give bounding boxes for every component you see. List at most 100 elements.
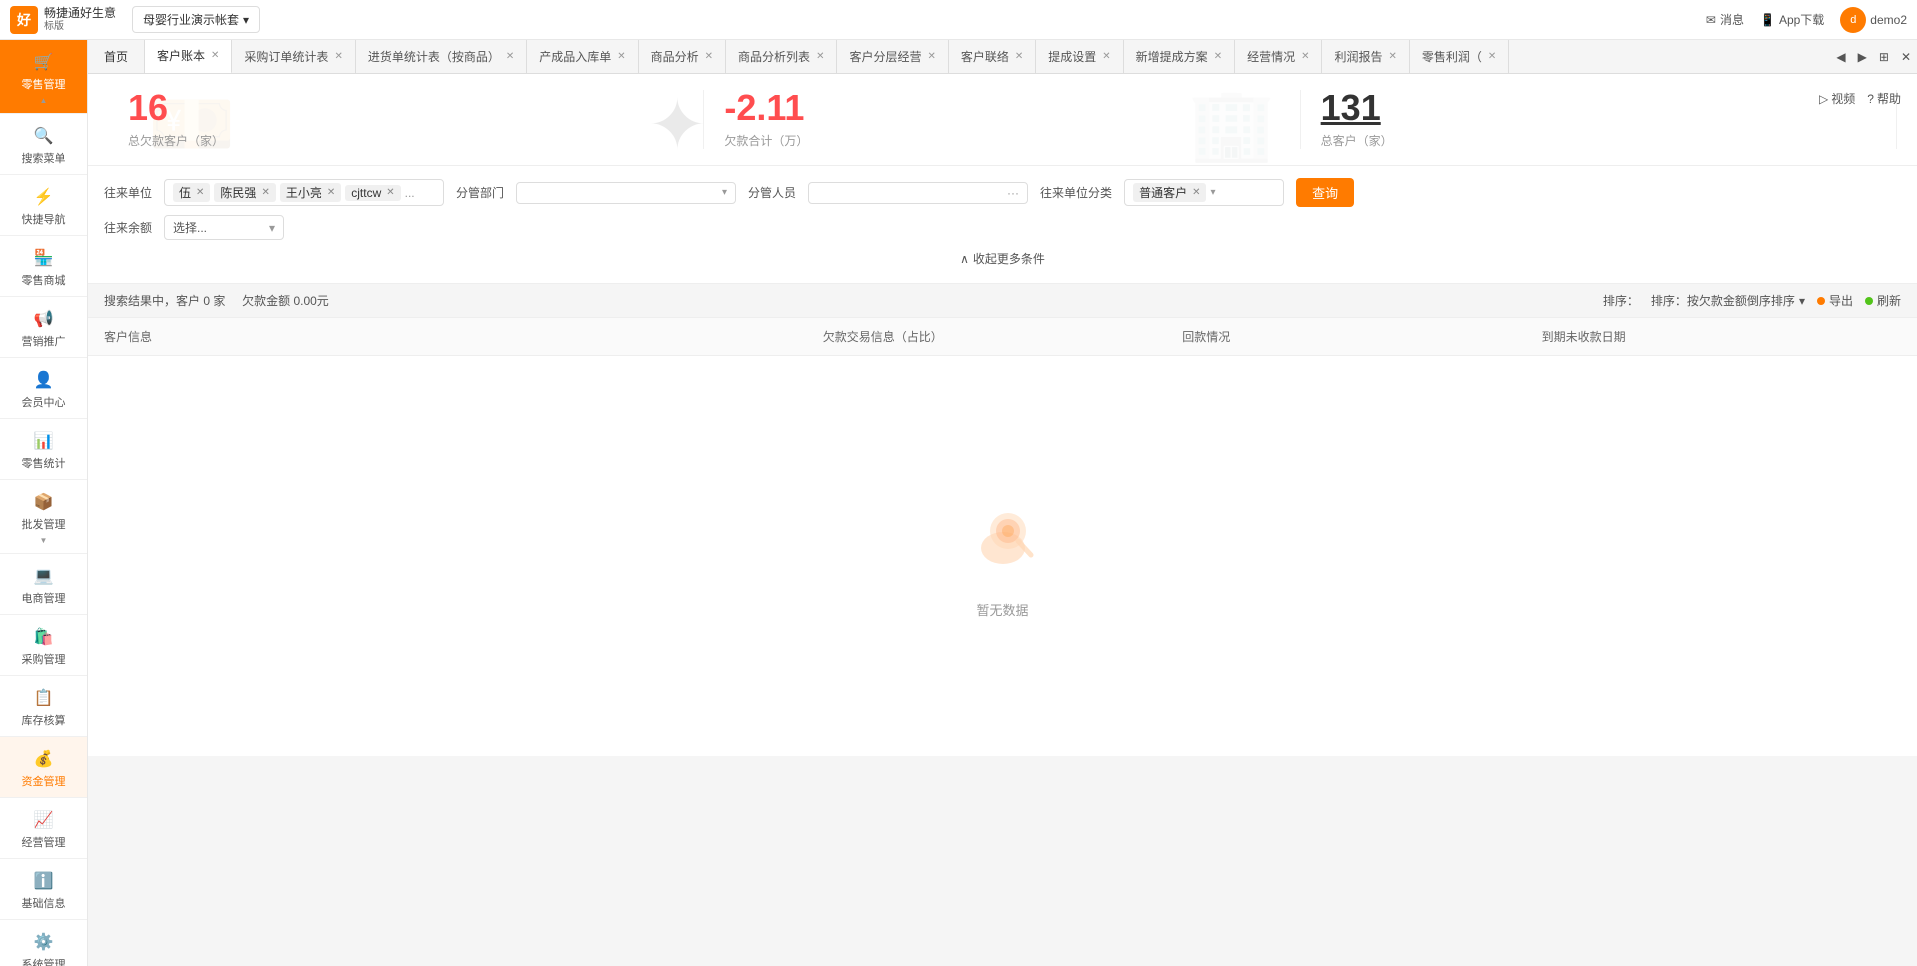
sidebar-item-营销推广[interactable]: 📢 营销推广 <box>0 297 87 358</box>
tab-close-经营[interactable]: ✕ <box>1301 51 1309 62</box>
tab-close-产成品[interactable]: ✕ <box>617 51 625 62</box>
sidebar-item-零售统计[interactable]: 📊 零售统计 <box>0 419 87 480</box>
remove-tag-陈民强[interactable]: ✕ <box>261 187 269 198</box>
export-button[interactable]: 导出 <box>1817 292 1853 309</box>
sidebar-item-采购管理[interactable]: 🛍️ 采购管理 <box>0 615 87 676</box>
table-header-到期: 到期未收款日期 <box>1542 328 1901 345</box>
sidebar-item-资金管理[interactable]: 💰 资金管理 <box>0 737 87 798</box>
tab-close-商品分析列表[interactable]: ✕ <box>816 51 824 62</box>
marketing-icon: 📢 <box>34 309 54 329</box>
sidebar-item-经营管理[interactable]: 📈 经营管理 <box>0 798 87 859</box>
sidebar-item-批发管理[interactable]: 📦 批发管理 ▼ <box>0 480 87 554</box>
tab-经营情况[interactable]: 经营情况 ✕ <box>1235 40 1322 74</box>
tab-bar-controls: ◀ ▶ ⊞ ✕ <box>1830 40 1917 74</box>
logo-icon: 好 <box>10 6 38 34</box>
tab-close-客户账本[interactable]: ✕ <box>211 50 219 61</box>
tab-客户账本[interactable]: 客户账本 ✕ <box>145 40 232 74</box>
remove-tag-普通客户[interactable]: ✕ <box>1192 187 1200 198</box>
person-input[interactable] <box>817 186 1007 200</box>
tab-新增提成方案[interactable]: 新增提成方案 ✕ <box>1124 40 1235 74</box>
filter-row-1: 往来单位 伍 ✕ 陈民强 ✕ 王小亮 <box>104 178 1901 207</box>
help-buttons: ▷ 视频 ? 帮助 <box>1819 90 1901 107</box>
sidebar-item-系统管理[interactable]: ⚙️ 系统管理 <box>0 920 87 966</box>
table-header: 客户信息 欠款交易信息（占比） 回款情况 到期未收款日期 <box>88 318 1917 356</box>
filter-unit-tags[interactable]: 伍 ✕ 陈民强 ✕ 王小亮 ✕ <box>164 179 444 206</box>
stat-label-debt: 欠款合计（万） <box>724 132 808 149</box>
stats-section: 💴 ✦ 🏢 16 总欠款客户（家） -2.11 欠款合计（万） 131 <box>88 74 1917 166</box>
filter-unit-more[interactable]: ... <box>405 186 415 200</box>
chevron-down-icon: ▾ <box>243 13 249 27</box>
empty-text: 暂无数据 <box>976 600 1028 619</box>
store-selector[interactable]: 母婴行业演示帐套 ▾ <box>132 6 260 33</box>
tab-close-all-button[interactable]: ✕ <box>1895 40 1917 74</box>
info-icon: ℹ️ <box>34 871 54 891</box>
sidebar-item-快捷导航[interactable]: ⚡ 快捷导航 <box>0 175 87 236</box>
remove-tag-cjttcw[interactable]: ✕ <box>386 187 394 198</box>
table-header-回款: 回款情况 <box>1182 328 1541 345</box>
filter-tag-伍: 伍 ✕ <box>173 183 210 202</box>
filter-dept-input[interactable]: ▾ <box>516 182 736 204</box>
sort-label: 排序： <box>1603 292 1639 309</box>
tab-close-商品分析[interactable]: ✕ <box>705 51 713 62</box>
filter-person-input[interactable]: ··· <box>808 182 1028 204</box>
shop-icon: 🏪 <box>34 248 54 268</box>
sidebar-item-零售商城[interactable]: 🏪 零售商城 <box>0 236 87 297</box>
help-link[interactable]: ? 帮助 <box>1867 90 1901 107</box>
user-menu[interactable]: d demo2 <box>1840 7 1907 33</box>
empty-illustration <box>963 493 1043 573</box>
app-download-button[interactable]: 📱 App下载 <box>1760 11 1824 28</box>
balance-chevron-icon: ▾ <box>269 221 275 235</box>
filter-balance-select[interactable]: 选择... ▾ <box>164 215 284 240</box>
tab-close-利润[interactable]: ✕ <box>1389 51 1397 62</box>
video-help-link[interactable]: ▷ 视频 <box>1819 90 1855 107</box>
tab-提成设置[interactable]: 提成设置 ✕ <box>1036 40 1123 74</box>
tab-客户联络[interactable]: 客户联络 ✕ <box>949 40 1036 74</box>
tab-零售利润[interactable]: 零售利润（ ✕ <box>1410 40 1509 74</box>
tab-prev-button[interactable]: ◀ <box>1830 40 1851 74</box>
tab-close-客户分层[interactable]: ✕ <box>927 51 935 62</box>
sidebar-item-基础信息[interactable]: ℹ️ 基础信息 <box>0 859 87 920</box>
filter-class-input[interactable]: 普通客户 ✕ ▾ <box>1124 179 1284 206</box>
person-more-icon[interactable]: ··· <box>1007 186 1019 200</box>
tab-产成品入库单[interactable]: 产成品入库单 ✕ <box>527 40 638 74</box>
tab-home[interactable]: 首页 <box>88 40 145 74</box>
sort-select[interactable]: 排序：按欠款金额倒序排序 ▾ <box>1651 292 1805 309</box>
top-bar-right: ✉ 消息 📱 App下载 d demo2 <box>1706 7 1907 33</box>
tab-进货单统计表[interactable]: 进货单统计表（按商品） ✕ <box>356 40 527 74</box>
messages-button[interactable]: ✉ 消息 <box>1706 11 1744 28</box>
sidebar-item-库存核算[interactable]: 📋 库存核算 <box>0 676 87 737</box>
sidebar: 🛒 零售管理 ▲ 🔍 搜索菜单 ⚡ 快捷导航 🏪 零售商城 📢 营销推广 � <box>0 40 88 966</box>
filter-row-2: 往来余额 选择... ▾ <box>104 215 1901 240</box>
refresh-icon <box>1865 297 1873 305</box>
sidebar-item-零售管理[interactable]: 🛒 零售管理 ▲ <box>0 40 87 114</box>
collapse-button[interactable]: ∧ 收起更多条件 <box>960 250 1045 267</box>
tab-close-零售利润[interactable]: ✕ <box>1488 51 1496 62</box>
tab-close-新增提成[interactable]: ✕ <box>1214 51 1222 62</box>
stat-value-debt: -2.11 <box>724 90 804 126</box>
stat-value-all: 131 <box>1321 90 1381 126</box>
remove-tag-王小亮[interactable]: ✕ <box>327 187 335 198</box>
sidebar-item-电商管理[interactable]: 💻 电商管理 <box>0 554 87 615</box>
tab-close-进货[interactable]: ✕ <box>506 51 514 62</box>
tab-采购订单统计表[interactable]: 采购订单统计表 ✕ <box>232 40 355 74</box>
remove-tag-伍[interactable]: ✕ <box>196 187 204 198</box>
nav-icon: ⚡ <box>34 187 54 207</box>
tab-close-采购[interactable]: ✕ <box>334 51 342 62</box>
sidebar-item-会员中心[interactable]: 👤 会员中心 <box>0 358 87 419</box>
tab-next-button[interactable]: ▶ <box>1852 40 1873 74</box>
result-summary: 搜索结果中，客户 0 家 欠款金额 0.00元 <box>104 292 329 309</box>
tab-close-提成设置[interactable]: ✕ <box>1102 51 1110 62</box>
stat-label-all: 总客户（家） <box>1321 132 1393 149</box>
tab-利润报告[interactable]: 利润报告 ✕ <box>1322 40 1409 74</box>
operation-icon: 📈 <box>34 810 54 830</box>
tab-商品分析列表[interactable]: 商品分析列表 ✕ <box>726 40 837 74</box>
tab-close-客户联络[interactable]: ✕ <box>1015 51 1023 62</box>
refresh-button[interactable]: 刷新 <box>1865 292 1901 309</box>
dept-input[interactable] <box>525 186 722 200</box>
tab-expand-button[interactable]: ⊞ <box>1873 40 1895 74</box>
tab-客户分层经营[interactable]: 客户分层经营 ✕ <box>837 40 948 74</box>
tab-商品分析[interactable]: 商品分析 ✕ <box>639 40 726 74</box>
table-body: 暂无数据 <box>88 356 1917 756</box>
sidebar-item-搜索菜单[interactable]: 🔍 搜索菜单 <box>0 114 87 175</box>
query-button[interactable]: 查询 <box>1296 178 1354 207</box>
